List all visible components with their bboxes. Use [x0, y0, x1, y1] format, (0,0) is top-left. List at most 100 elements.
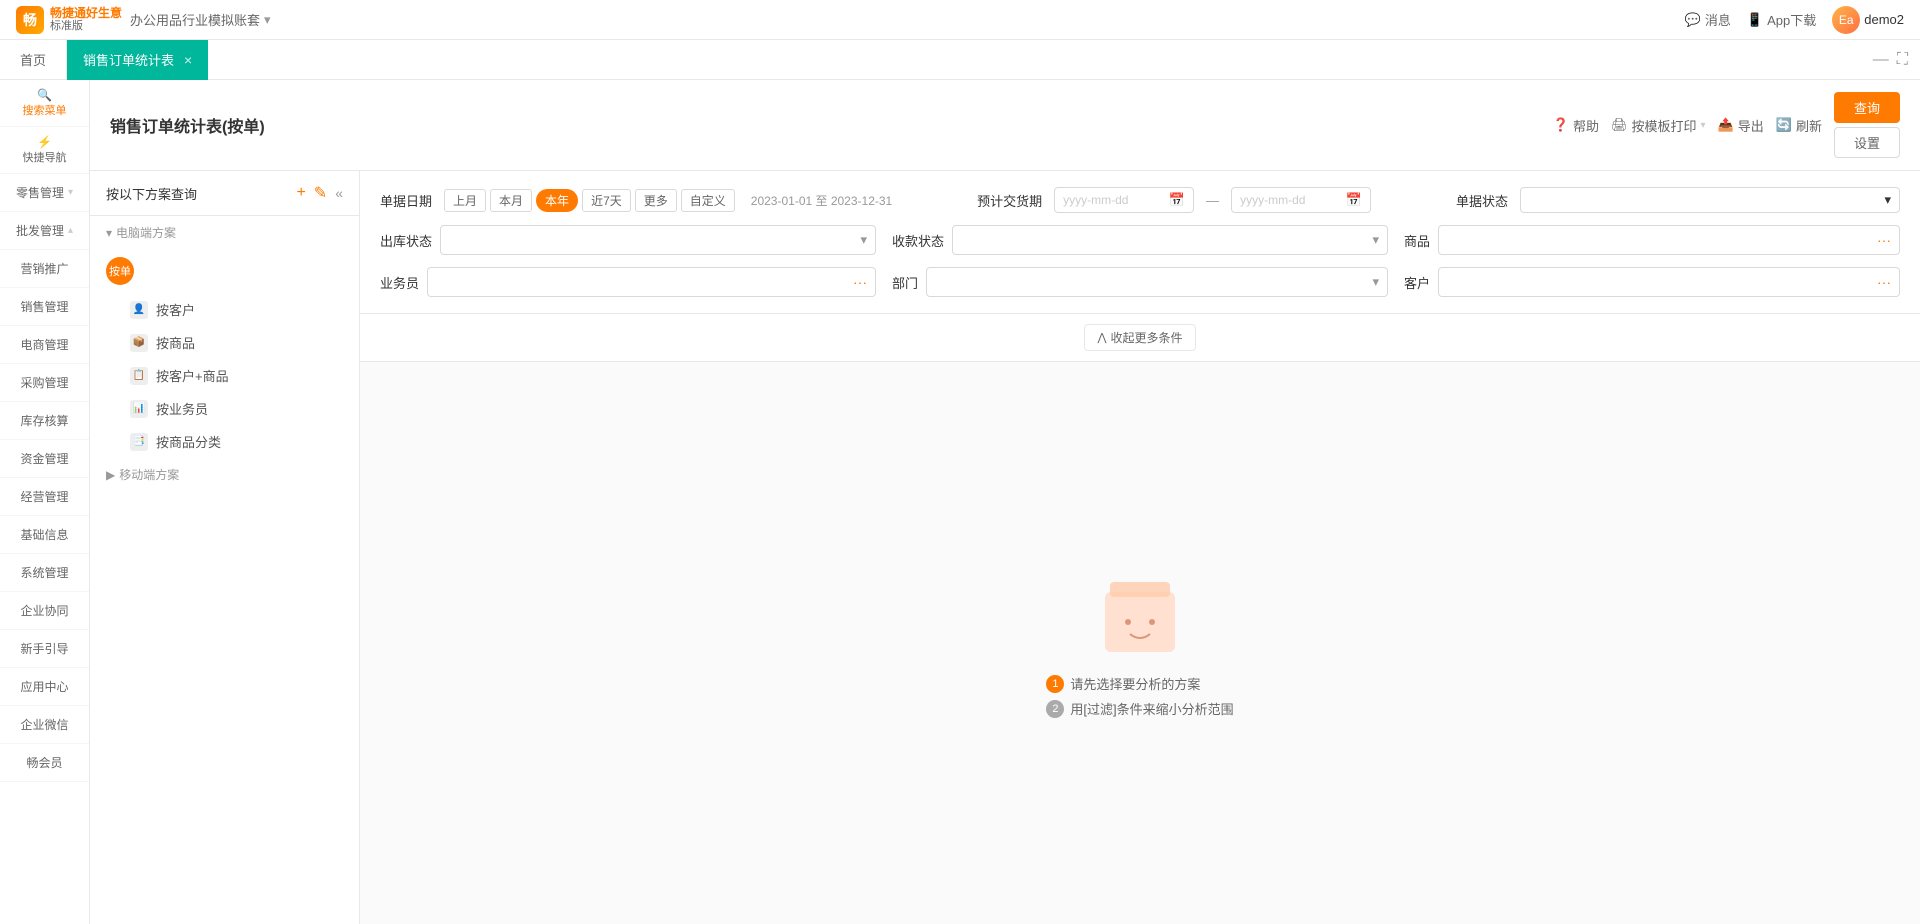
prev-month-btn[interactable]: 上月	[444, 189, 486, 212]
tab-maximize-icon[interactable]: ⛶	[1897, 51, 1908, 69]
customer-ellipsis-icon[interactable]: ···	[1877, 274, 1891, 290]
logo-area: 畅 畅捷通好生意 标准版	[16, 6, 122, 34]
add-scheme-btn[interactable]: +	[296, 184, 305, 202]
payment-status-label: 收款状态	[892, 231, 944, 250]
template-print-chevron-icon: ▾	[1701, 120, 1706, 131]
custom-date-btn[interactable]: 自定义	[681, 189, 735, 212]
logo-text: 畅捷通好生意 标准版	[50, 6, 122, 34]
tree-item-by-customer-goods[interactable]: 📋 按客户+商品	[90, 359, 359, 392]
sidebar-item-search[interactable]: 🔍 搜索菜单	[0, 80, 89, 127]
empty-icon	[1090, 562, 1190, 662]
collapse-btn-row: ⋀ 收起更多条件	[360, 314, 1920, 362]
calendar-start-icon: 📅	[1169, 192, 1185, 208]
sidebar: 🔍 搜索菜单 ⚡ 快捷导航 零售管理 ▾ 批发管理 ▴ 营销推广 销售管理 电商…	[0, 80, 90, 924]
salesperson-input[interactable]: ···	[427, 267, 876, 297]
template-print-btn[interactable]: 🖨 按模板打印 ▾	[1611, 116, 1706, 135]
this-month-btn[interactable]: 本月	[490, 189, 532, 212]
tab-home[interactable]: 首页	[0, 40, 67, 80]
tree-item-by-goods[interactable]: 📦 按商品	[90, 326, 359, 359]
payment-status-select[interactable]: ▾	[952, 225, 1388, 255]
this-year-btn[interactable]: 本年	[536, 189, 578, 212]
sidebar-item-new-guide[interactable]: 新手引导	[0, 630, 89, 668]
tab-minimize-icon[interactable]: —	[1873, 51, 1889, 69]
search-settings-col: 查询 设置	[1834, 92, 1900, 158]
search-button[interactable]: 查询	[1834, 92, 1900, 123]
settings-button[interactable]: 设置	[1834, 127, 1900, 158]
user-area[interactable]: Ea demo2	[1832, 6, 1904, 34]
breadcrumb-selector[interactable]: 办公用品行业模拟账套 ▾	[130, 10, 271, 29]
sidebar-item-quick-nav[interactable]: ⚡ 快捷导航	[0, 127, 89, 174]
customer-input[interactable]: ···	[1438, 267, 1900, 297]
goods-label: 商品	[1404, 231, 1430, 250]
sidebar-item-inventory[interactable]: 库存核算	[0, 402, 89, 440]
app-download-btn[interactable]: 📱 App下载	[1747, 10, 1816, 29]
sidebar-item-enterprise-wechat[interactable]: 企业微信	[0, 706, 89, 744]
logo-icon: 畅	[16, 6, 44, 34]
tab-sales-order-stats[interactable]: 销售订单统计表 ×	[67, 40, 208, 80]
category-icon: 📑	[130, 433, 148, 451]
sidebar-item-app-center[interactable]: 应用中心	[0, 668, 89, 706]
page-title: 销售订单统计表(按单)	[110, 113, 265, 137]
last7days-btn[interactable]: 近7天	[582, 189, 631, 212]
export-btn[interactable]: 📤 导出	[1718, 116, 1764, 135]
top-bar-left: 畅 畅捷通好生意 标准版 办公用品行业模拟账套 ▾	[16, 6, 271, 34]
sidebar-item-purchase[interactable]: 采购管理	[0, 364, 89, 402]
empty-illustration	[1090, 572, 1190, 662]
active-item-icon: 按单	[106, 257, 134, 285]
edit-scheme-btn[interactable]: ✎	[314, 183, 327, 203]
collapse-chevron-icon: ⋀	[1097, 331, 1106, 344]
payment-chevron-icon: ▾	[1372, 232, 1379, 248]
expected-delivery-label: 预计交货期	[977, 191, 1042, 210]
message-btn[interactable]: 💬 消息	[1685, 10, 1731, 29]
salesperson-label: 业务员	[380, 273, 419, 292]
tree-item-by-order[interactable]: 按单	[90, 249, 359, 293]
payment-status-cell: 收款状态 ▾	[892, 225, 1388, 255]
customer-cell: 客户 ···	[1404, 267, 1900, 297]
shipment-status-select[interactable]: ▾	[440, 225, 876, 255]
shipment-chevron-icon: ▾	[860, 232, 867, 248]
goods-cell: 商品 ···	[1404, 225, 1900, 255]
tree-item-by-category[interactable]: 📑 按商品分类	[90, 425, 359, 458]
goods-ellipsis-icon[interactable]: ···	[1877, 232, 1891, 248]
empty-state: 1 请先选择要分析的方案 2 用[过滤]条件来缩小分析范围	[360, 362, 1920, 924]
staff-icon: 📊	[130, 400, 148, 418]
sidebar-item-basic-info[interactable]: 基础信息	[0, 516, 89, 554]
sidebar-item-wholesale[interactable]: 批发管理 ▴	[0, 212, 89, 250]
tree-section-pc[interactable]: ▾ 电脑端方案	[90, 216, 359, 249]
refresh-btn[interactable]: 🔄 刷新	[1776, 116, 1822, 135]
tree-section-pc-arrow-icon: ▾	[106, 226, 112, 240]
panel-header-actions: + ✎ «	[296, 183, 343, 203]
sidebar-item-ecommerce[interactable]: 电商管理	[0, 326, 89, 364]
salesperson-ellipsis-icon[interactable]: ···	[853, 274, 867, 290]
sidebar-item-operations[interactable]: 经营管理	[0, 478, 89, 516]
print-icon: 🖨	[1611, 117, 1628, 133]
customer-icon: 👤	[130, 301, 148, 319]
bill-status-select[interactable]: ▾	[1520, 187, 1900, 213]
hint-2-num: 2	[1046, 700, 1064, 718]
sidebar-item-retail[interactable]: 零售管理 ▾	[0, 174, 89, 212]
collapse-panel-btn[interactable]: «	[335, 185, 343, 201]
top-bar-right: 💬 消息 📱 App下载 Ea demo2	[1685, 6, 1904, 34]
sidebar-item-system[interactable]: 系统管理	[0, 554, 89, 592]
delivery-date-end[interactable]: yyyy-mm-dd 📅	[1231, 187, 1371, 213]
sidebar-item-sales[interactable]: 销售管理	[0, 288, 89, 326]
sidebar-item-marketing[interactable]: 营销推广	[0, 250, 89, 288]
tree-section-mobile[interactable]: ▶ 移动端方案	[90, 458, 359, 491]
sidebar-item-enterprise[interactable]: 企业协同	[0, 592, 89, 630]
sidebar-item-membership[interactable]: 畅会员	[0, 744, 89, 782]
goods-input[interactable]: ···	[1438, 225, 1900, 255]
sidebar-item-finance[interactable]: 资金管理	[0, 440, 89, 478]
collapse-more-btn[interactable]: ⋀ 收起更多条件	[1084, 324, 1195, 351]
tree-item-by-staff[interactable]: 📊 按业务员	[90, 392, 359, 425]
tree-item-by-customer[interactable]: 👤 按客户	[90, 293, 359, 326]
date-buttons: 上月 本月 本年 近7天 更多 自定义	[444, 189, 735, 212]
help-btn[interactable]: ❓ 帮助	[1553, 116, 1599, 135]
tab-close-icon[interactable]: ×	[184, 52, 192, 68]
breadcrumb-chevron-icon: ▾	[264, 12, 271, 28]
filter-row-1: 单据日期 上月 本月 本年 近7天 更多 自定义 2023-01-01 至 20…	[380, 187, 1900, 213]
more-date-btn[interactable]: 更多	[635, 189, 677, 212]
delivery-date-start[interactable]: yyyy-mm-dd 📅	[1054, 187, 1194, 213]
tree-section-mobile-arrow-icon: ▶	[106, 468, 115, 482]
dept-select[interactable]: ▾	[926, 267, 1388, 297]
dept-label: 部门	[892, 273, 918, 292]
